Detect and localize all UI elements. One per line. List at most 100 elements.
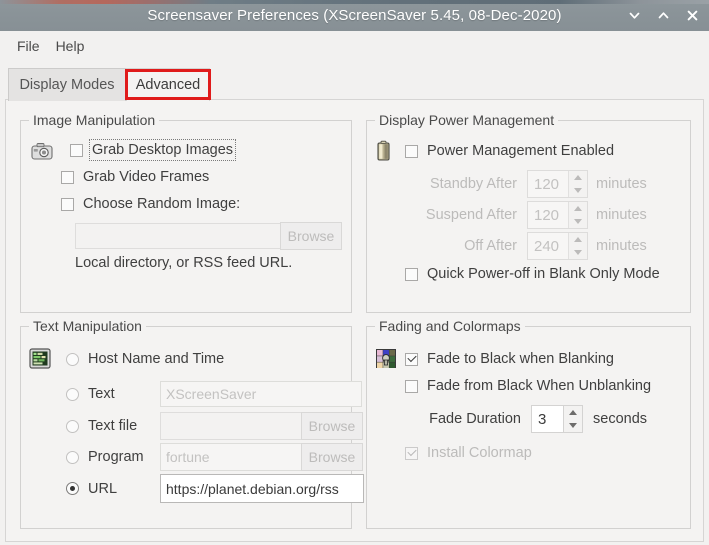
terminal-icon: [29, 348, 51, 369]
standby-after-label: Standby After: [429, 176, 517, 192]
fade-from-black-label: Fade from Black When Unblanking: [427, 378, 652, 394]
row-fade-duration: Fade Duration 3 seconds: [415, 405, 647, 433]
row-host-name-and-time[interactable]: Host Name and Time: [66, 351, 224, 367]
install-colormap-label: Install Colormap: [427, 445, 532, 461]
off-after-unit: minutes: [596, 238, 647, 254]
menu-bar: File Help: [0, 31, 709, 60]
fade-from-black-checkbox[interactable]: [405, 379, 418, 393]
camera-icon: [31, 142, 53, 162]
standby-spinner-buttons: [569, 171, 587, 197]
off-after-value[interactable]: 240: [528, 233, 569, 259]
screensaver-preferences-window: Screensaver Preferences (XScreenSaver 5.…: [0, 0, 709, 545]
suspend-after-spinner[interactable]: 120: [527, 201, 588, 229]
suspend-after-unit: minutes: [596, 207, 647, 223]
off-after-label: Off After: [464, 238, 517, 254]
power-management-enabled-checkbox[interactable]: [405, 144, 418, 158]
grab-desktop-images-checkbox[interactable]: [70, 143, 83, 157]
text-option-radio[interactable]: [66, 387, 79, 401]
suspend-spinner-up-icon[interactable]: [574, 206, 582, 211]
row-choose-random-image[interactable]: Choose Random Image:: [61, 196, 240, 212]
suspend-after-label: Suspend After: [425, 207, 517, 223]
group-image-manipulation: Image Manipulation Grab Desktop Images G…: [20, 112, 352, 313]
standby-after-value[interactable]: 120: [528, 171, 569, 197]
random-image-path-input[interactable]: [75, 223, 281, 249]
grab-video-frames-checkbox[interactable]: [61, 170, 74, 184]
window-title: Screensaver Preferences (XScreenSaver 5.…: [147, 7, 562, 24]
power-management-enabled-label: Power Management Enabled: [427, 143, 615, 159]
url-option-input[interactable]: https://planet.debian.org/rss: [160, 474, 364, 503]
text-file-option-input[interactable]: [160, 412, 302, 440]
fade-duration-spinner-down-icon[interactable]: [569, 423, 577, 428]
menu-item-help[interactable]: Help: [48, 36, 93, 56]
host-name-and-time-label: Host Name and Time: [88, 351, 225, 367]
group-title-image-manipulation: Image Manipulation: [29, 112, 160, 128]
url-option-radio[interactable]: [66, 482, 79, 495]
colormap-icon: [375, 348, 397, 368]
row-program-option: Program fortune Browse: [66, 443, 363, 471]
battery-icon: [375, 140, 393, 164]
suspend-spinner-down-icon[interactable]: [574, 219, 582, 224]
group-fading-and-colormaps: Fading and Colormaps Fade to Black when …: [366, 318, 691, 529]
row-grab-video-frames[interactable]: Grab Video Frames: [61, 169, 209, 185]
row-power-management-enabled[interactable]: Power Management Enabled: [405, 143, 614, 159]
random-image-browse-button[interactable]: Browse: [280, 222, 342, 250]
off-after-spinner[interactable]: 240: [527, 232, 588, 260]
program-option-input[interactable]: fortune: [160, 443, 302, 471]
row-suspend-after: Suspend After 120 minutes: [409, 201, 677, 229]
standby-spinner-up-icon[interactable]: [574, 175, 582, 180]
quick-poweroff-label: Quick Power-off in Blank Only Mode: [427, 266, 660, 282]
fade-to-black-label: Fade to Black when Blanking: [427, 351, 614, 367]
row-grab-desktop-images[interactable]: Grab Desktop Images: [70, 139, 237, 161]
tab-display-modes[interactable]: Display Modes: [8, 68, 126, 101]
row-random-image-path: Browse: [75, 222, 342, 250]
standby-spinner-down-icon[interactable]: [574, 188, 582, 193]
text-option-label: Text: [88, 386, 115, 402]
program-option-label: Program: [88, 449, 144, 465]
background-window-sliver: [0, 0, 709, 4]
standby-after-unit: minutes: [596, 176, 647, 192]
host-name-and-time-radio[interactable]: [66, 352, 79, 366]
fade-duration-spinner-up-icon[interactable]: [569, 410, 577, 415]
fade-to-black-checkbox[interactable]: [405, 352, 418, 366]
suspend-after-value[interactable]: 120: [528, 202, 569, 228]
title-bar[interactable]: Screensaver Preferences (XScreenSaver 5.…: [0, 0, 709, 31]
row-fade-from-black[interactable]: Fade from Black When Unblanking: [405, 378, 651, 394]
row-url-option: URL https://planet.debian.org/rss: [66, 474, 364, 503]
text-file-browse-button[interactable]: Browse: [301, 412, 363, 440]
fade-duration-label: Fade Duration: [429, 411, 521, 427]
grab-desktop-images-label: Grab Desktop Images: [88, 139, 237, 161]
menu-item-file[interactable]: File: [9, 36, 48, 56]
row-quick-poweroff[interactable]: Quick Power-off in Blank Only Mode: [405, 266, 660, 282]
text-file-option-radio[interactable]: [66, 419, 79, 433]
suspend-spinner-buttons: [569, 202, 587, 228]
url-option-label: URL: [88, 480, 118, 497]
group-display-power-management: Display Power Management Power Managemen…: [366, 112, 691, 313]
fade-duration-spinner-buttons: [564, 406, 582, 432]
window-controls: [626, 0, 701, 31]
row-off-after: Off After 240 minutes: [409, 232, 677, 260]
grab-video-frames-label: Grab Video Frames: [83, 169, 210, 185]
off-spinner-buttons: [569, 233, 587, 259]
chevron-up-icon[interactable]: [655, 7, 672, 24]
row-image-hint: Local directory, or RSS feed URL.: [75, 255, 292, 271]
install-colormap-checkbox[interactable]: [405, 446, 418, 460]
quick-poweroff-checkbox[interactable]: [405, 267, 418, 281]
off-spinner-up-icon[interactable]: [574, 237, 582, 242]
tab-strip: Display Modes Advanced: [0, 64, 709, 101]
off-spinner-down-icon[interactable]: [574, 250, 582, 255]
choose-random-image-checkbox[interactable]: [61, 197, 74, 211]
row-install-colormap[interactable]: Install Colormap: [405, 445, 532, 461]
group-title-text-manipulation: Text Manipulation: [29, 318, 146, 334]
fade-duration-spinner[interactable]: 3: [531, 405, 583, 433]
text-option-input[interactable]: XScreenSaver: [160, 381, 362, 407]
tab-advanced[interactable]: Advanced: [126, 68, 210, 101]
chevron-down-icon[interactable]: [626, 7, 643, 24]
program-option-radio[interactable]: [66, 450, 79, 464]
row-text-option: Text XScreenSaver: [66, 381, 362, 407]
choose-random-image-label: Choose Random Image:: [83, 196, 241, 212]
row-fade-to-black[interactable]: Fade to Black when Blanking: [405, 351, 614, 367]
fade-duration-value[interactable]: 3: [532, 406, 564, 432]
close-icon[interactable]: [684, 7, 701, 24]
program-browse-button[interactable]: Browse: [301, 443, 363, 471]
standby-after-spinner[interactable]: 120: [527, 170, 588, 198]
